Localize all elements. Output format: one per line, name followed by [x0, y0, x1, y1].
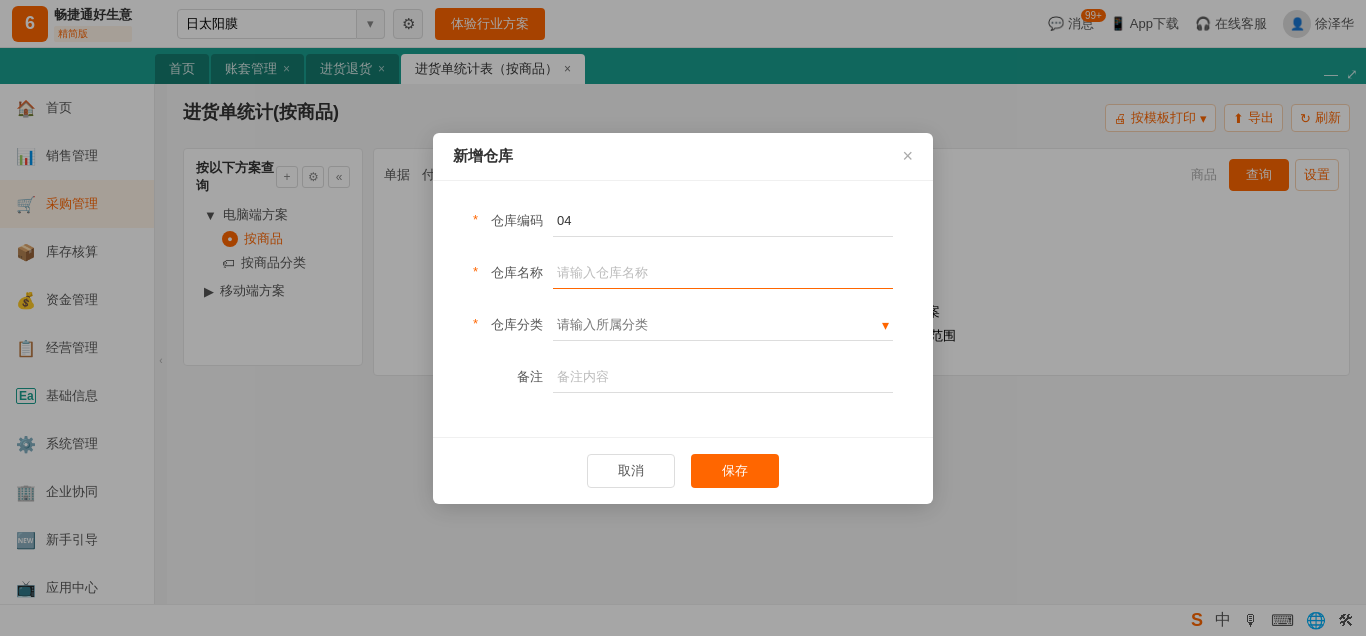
form-row-category: 仓库分类 ▾ — [473, 309, 893, 341]
category-label: 仓库分类 — [473, 316, 553, 334]
name-label: 仓库名称 — [473, 264, 553, 282]
modal-overlay: 新增仓库 × 仓库编码 仓库名称 仓库分类 ▾ — [0, 0, 1366, 636]
note-label: 备注 — [473, 368, 553, 386]
cancel-button[interactable]: 取消 — [587, 454, 675, 488]
modal-new-warehouse: 新增仓库 × 仓库编码 仓库名称 仓库分类 ▾ — [433, 133, 933, 504]
save-button[interactable]: 保存 — [691, 454, 779, 488]
category-input[interactable] — [553, 309, 893, 341]
code-input[interactable] — [553, 205, 893, 237]
form-row-name: 仓库名称 — [473, 257, 893, 289]
name-input[interactable] — [553, 257, 893, 289]
modal-body: 仓库编码 仓库名称 仓库分类 ▾ 备注 — [433, 181, 933, 437]
modal-footer: 取消 保存 — [433, 437, 933, 504]
form-row-note: 备注 — [473, 361, 893, 393]
modal-header: 新增仓库 × — [433, 133, 933, 181]
modal-close-button[interactable]: × — [902, 147, 913, 165]
category-select-wrap: ▾ — [553, 309, 893, 341]
modal-title: 新增仓库 — [453, 147, 513, 166]
form-row-code: 仓库编码 — [473, 205, 893, 237]
code-label: 仓库编码 — [473, 212, 553, 230]
category-dropdown-icon[interactable]: ▾ — [882, 317, 889, 333]
note-input[interactable] — [553, 361, 893, 393]
